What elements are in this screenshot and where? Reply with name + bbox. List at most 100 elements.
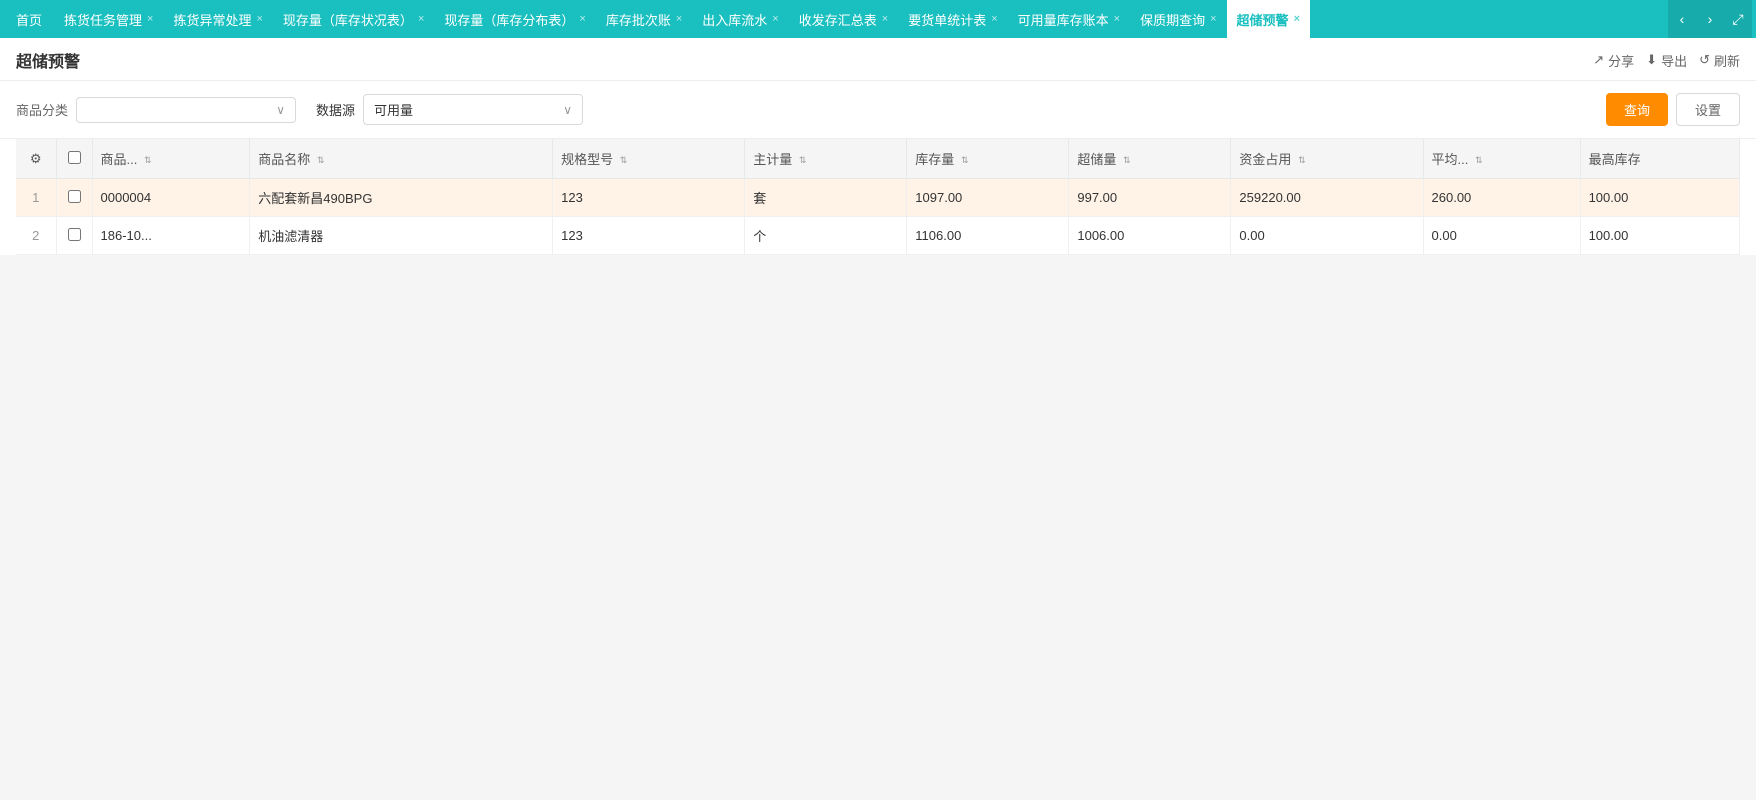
avg-col-header[interactable]: 平均... ⇅ <box>1423 139 1580 179</box>
row-1-avg: 260.00 <box>1423 179 1580 217</box>
row-2-max-stock: 100.00 <box>1580 217 1739 255</box>
spec-col-header[interactable]: 规格型号 ⇅ <box>553 139 745 179</box>
row-1-capital: 259220.00 <box>1231 179 1423 217</box>
datasource-label: 数据源 <box>316 100 355 119</box>
category-dropdown-arrow: ∨ <box>276 103 285 117</box>
export-button[interactable]: ⬇ 导出 <box>1646 51 1687 70</box>
export-icon: ⬇ <box>1646 52 1657 68</box>
sort-capital-icon: ⇅ <box>1298 156 1306 165</box>
page-header: 超储预警 ↗ 分享 ⬇ 导出 ↺ 刷新 <box>0 38 1756 81</box>
category-label: 商品分类 <box>16 100 68 119</box>
row-1-over-stock: 997.00 <box>1069 179 1231 217</box>
nav-expand-arrow[interactable]: ⤢ <box>1724 0 1752 38</box>
row-2-unit: 个 <box>745 217 907 255</box>
tab-pick-task[interactable]: 拣货任务管理 × <box>54 0 163 38</box>
row-2-checkbox-cell[interactable] <box>56 217 92 255</box>
close-tab-4[interactable]: × <box>676 13 682 25</box>
filter-bar: 商品分类 ∨ 数据源 可用量 ∨ 查询 设置 <box>0 81 1756 139</box>
tab-expiry-query[interactable]: 保质期查询 × <box>1130 0 1226 38</box>
select-all-checkbox[interactable] <box>68 151 81 164</box>
tab-order-stats[interactable]: 要货单统计表 × <box>898 0 1007 38</box>
datasource-select-value: 可用量 <box>374 100 413 119</box>
sort-product-name-icon: ⇅ <box>317 156 325 165</box>
table-header-row: ⚙ 商品... ⇅ 商品名称 ⇅ 规格型号 ⇅ 主计量 <box>16 139 1740 179</box>
tab-inout-flow[interactable]: 出入库流水 × <box>692 0 788 38</box>
nav-bar: 首页 拣货任务管理 × 拣货异常处理 × 现存量（库存状况表） × 现存量（库存… <box>0 0 1756 38</box>
capital-col-header[interactable]: 资金占用 ⇅ <box>1231 139 1423 179</box>
unit-col-header[interactable]: 主计量 ⇅ <box>745 139 907 179</box>
row-2-stock: 1106.00 <box>907 217 1069 255</box>
close-tab-3[interactable]: × <box>579 13 585 25</box>
overstock-table: ⚙ 商品... ⇅ 商品名称 ⇅ 规格型号 ⇅ 主计量 <box>16 139 1740 255</box>
row-1-product-name: 六配套新昌490BPG <box>250 179 553 217</box>
row-2-product-code: 186-10... <box>92 217 250 255</box>
tab-stock-status[interactable]: 现存量（库存状况表） × <box>273 0 434 38</box>
refresh-icon: ↺ <box>1699 52 1710 68</box>
category-select[interactable]: ∨ <box>76 97 296 123</box>
close-tab-8[interactable]: × <box>1114 13 1120 25</box>
max-stock-col-header[interactable]: 最高库存 <box>1580 139 1739 179</box>
sort-stock-icon: ⇅ <box>961 156 969 165</box>
settings-button[interactable]: 设置 <box>1676 93 1740 126</box>
product-name-col-header[interactable]: 商品名称 ⇅ <box>250 139 553 179</box>
share-button[interactable]: ↗ 分享 <box>1593 51 1634 70</box>
close-tab-2[interactable]: × <box>418 13 424 25</box>
settings-col-header[interactable]: ⚙ <box>16 139 56 179</box>
close-tab-1[interactable]: × <box>256 13 262 25</box>
row-1-stock: 1097.00 <box>907 179 1069 217</box>
nav-right-arrow[interactable]: › <box>1696 0 1724 38</box>
tab-receipt-summary[interactable]: 收发存汇总表 × <box>789 0 898 38</box>
nav-left-arrow[interactable]: ‹ <box>1668 0 1696 38</box>
close-tab-10[interactable]: × <box>1294 13 1300 25</box>
tab-overstock-warning[interactable]: 超储预警 × <box>1227 0 1310 38</box>
close-tab-7[interactable]: × <box>991 13 997 25</box>
datasource-dropdown-arrow: ∨ <box>563 103 572 117</box>
row-2-checkbox[interactable] <box>68 228 81 241</box>
nav-arrows: ‹ › ⤢ <box>1668 0 1752 38</box>
close-tab-9[interactable]: × <box>1210 13 1216 25</box>
row-1-num: 1 <box>16 179 56 217</box>
table-container: ⚙ 商品... ⇅ 商品名称 ⇅ 规格型号 ⇅ 主计量 <box>0 139 1756 255</box>
row-2-spec: 123 <box>553 217 745 255</box>
table-row: 1 0000004 六配套新昌490BPG 123 套 1097.00 997.… <box>16 179 1740 217</box>
page-title: 超储预警 <box>16 48 80 72</box>
close-tab-0[interactable]: × <box>147 13 153 25</box>
row-1-checkbox[interactable] <box>68 190 81 203</box>
product-code-col-header[interactable]: 商品... ⇅ <box>92 139 250 179</box>
query-button[interactable]: 查询 <box>1606 93 1668 126</box>
row-2-capital: 0.00 <box>1231 217 1423 255</box>
stock-col-header[interactable]: 库存量 ⇅ <box>907 139 1069 179</box>
tab-stock-batch[interactable]: 库存批次账 × <box>596 0 692 38</box>
row-2-num: 2 <box>16 217 56 255</box>
nav-home[interactable]: 首页 <box>4 10 54 29</box>
header-actions: ↗ 分享 ⬇ 导出 ↺ 刷新 <box>1593 51 1740 70</box>
datasource-filter-group: 数据源 可用量 ∨ <box>316 94 583 125</box>
row-2-over-stock: 1006.00 <box>1069 217 1231 255</box>
over-stock-col-header[interactable]: 超储量 ⇅ <box>1069 139 1231 179</box>
row-1-product-code: 0000004 <box>92 179 250 217</box>
tab-pick-exception[interactable]: 拣货异常处理 × <box>163 0 272 38</box>
tab-available-stock[interactable]: 可用量库存账本 × <box>1008 0 1130 38</box>
tab-stock-dist[interactable]: 现存量（库存分布表） × <box>434 0 595 38</box>
row-1-checkbox-cell[interactable] <box>56 179 92 217</box>
row-1-max-stock: 100.00 <box>1580 179 1739 217</box>
sort-overstock-icon: ⇅ <box>1123 156 1131 165</box>
row-1-spec: 123 <box>553 179 745 217</box>
close-tab-5[interactable]: × <box>772 13 778 25</box>
datasource-select[interactable]: 可用量 ∨ <box>363 94 583 125</box>
checkbox-col-header[interactable] <box>56 139 92 179</box>
sort-unit-icon: ⇅ <box>799 156 807 165</box>
table-row: 2 186-10... 机油滤清器 123 个 1106.00 1006.00 … <box>16 217 1740 255</box>
share-icon: ↗ <box>1593 52 1604 68</box>
sort-spec-icon: ⇅ <box>620 156 628 165</box>
row-2-product-name: 机油滤清器 <box>250 217 553 255</box>
refresh-button[interactable]: ↺ 刷新 <box>1699 51 1740 70</box>
category-filter-group: 商品分类 ∨ <box>16 97 296 123</box>
sort-product-code-icon: ⇅ <box>144 156 152 165</box>
settings-icon: ⚙ <box>30 151 42 166</box>
row-2-avg: 0.00 <box>1423 217 1580 255</box>
close-tab-6[interactable]: × <box>882 13 888 25</box>
sort-avg-icon: ⇅ <box>1475 156 1483 165</box>
row-1-unit: 套 <box>745 179 907 217</box>
filter-actions: 查询 设置 <box>1606 93 1740 126</box>
